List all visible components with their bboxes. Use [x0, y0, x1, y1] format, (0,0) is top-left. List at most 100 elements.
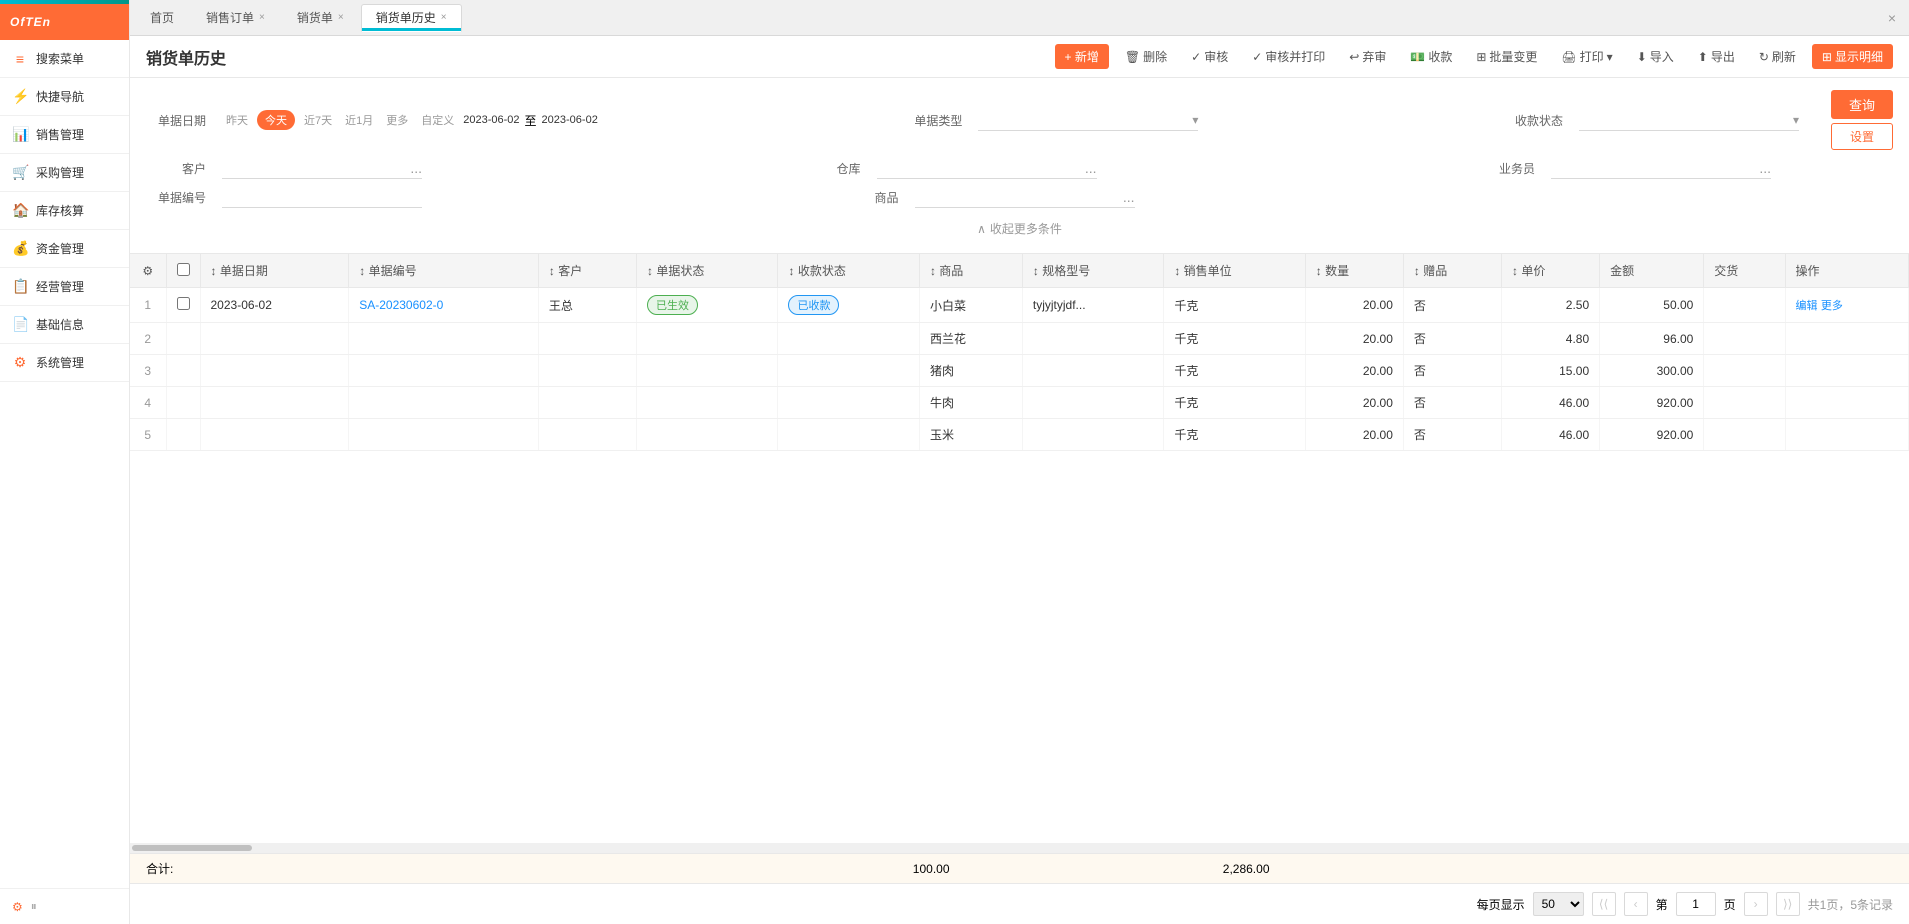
sidebar-item-purchase-mgmt[interactable]: 🛒 采购管理: [0, 154, 129, 192]
pagination-first-btn[interactable]: ⟨⟨: [1592, 892, 1616, 916]
sidebar-item-label: 采购管理: [36, 164, 84, 181]
cell-checkbox[interactable]: [166, 355, 200, 387]
cell-unit-price: 46.00: [1502, 419, 1600, 451]
doc-type-select[interactable]: [978, 110, 1192, 130]
sidebar-item-search-menu[interactable]: ≡ 搜索菜单: [0, 40, 129, 78]
basic-info-icon: 📄: [12, 316, 28, 333]
warehouse-ellipsis-btn[interactable]: ...: [1085, 160, 1097, 176]
payment-status-select[interactable]: [1579, 110, 1793, 130]
table-scroll-bar[interactable]: [130, 843, 1909, 853]
sidebar-item-inventory[interactable]: 🏠 库存核算: [0, 192, 129, 230]
batch-change-button[interactable]: ⊞ 批量变更: [1468, 44, 1545, 69]
show-details-button[interactable]: ⊞ 显示明细: [1812, 44, 1893, 69]
cell-goods: 牛肉: [919, 387, 1022, 419]
date-shortcut-1month[interactable]: 近1月: [341, 110, 377, 130]
tab-sales-delivery-close[interactable]: ×: [338, 12, 344, 23]
sidebar-item-system-mgmt[interactable]: ⚙ 系统管理: [0, 344, 129, 382]
col-pay-status-label: 收款状态: [798, 264, 846, 278]
sidebar-footer-icon2[interactable]: ⏸: [31, 899, 37, 914]
customer-input[interactable]: [222, 158, 410, 178]
sidebar-item-label: 快捷导航: [36, 88, 84, 105]
col-settings[interactable]: ⚙: [130, 254, 166, 288]
tab-sales-order-close[interactable]: ×: [259, 12, 265, 23]
ops-more-btn[interactable]: 更多: [1821, 300, 1843, 312]
customer-ellipsis-btn[interactable]: ...: [410, 160, 422, 176]
doc-no-link[interactable]: SA-20230602-0: [359, 298, 443, 312]
cell-checkbox[interactable]: [166, 419, 200, 451]
sidebar-item-finance[interactable]: 💰 资金管理: [0, 230, 129, 268]
select-all-checkbox[interactable]: [177, 263, 190, 276]
date-shortcut-yesterday[interactable]: 昨天: [222, 110, 252, 130]
tab-sales-order[interactable]: 销售订单 ×: [191, 4, 280, 32]
sidebar: OfTEn ≡ 搜索菜单 ⚡ 快捷导航 📊 销售管理 🛒 采购管理 🏠 库存核算…: [0, 0, 130, 924]
docno-input[interactable]: [222, 187, 422, 208]
date-shortcut-today[interactable]: 今天: [257, 110, 295, 130]
audit-print-icon: ✓: [1252, 50, 1262, 64]
collect-icon: 💵: [1410, 50, 1425, 64]
print-dropdown-icon: ▾: [1607, 50, 1613, 64]
tab-sales-order-label: 销售订单: [206, 9, 254, 26]
cell-ops: [1785, 419, 1908, 451]
sidebar-item-quick-nav[interactable]: ⚡ 快捷导航: [0, 78, 129, 116]
goods-ellipsis-btn[interactable]: ...: [1123, 189, 1135, 205]
cell-amount: 96.00: [1600, 323, 1704, 355]
abandon-button[interactable]: ↩ 弃审: [1341, 44, 1394, 69]
query-button[interactable]: 查询: [1831, 90, 1893, 119]
warehouse-input[interactable]: [877, 158, 1085, 178]
staff-input[interactable]: [1551, 158, 1759, 178]
col-checkbox[interactable]: [166, 254, 200, 288]
new-button[interactable]: + 新增: [1055, 44, 1109, 69]
date-shortcut-custom[interactable]: 自定义: [417, 110, 458, 130]
goods-input[interactable]: [915, 187, 1123, 207]
sidebar-item-basic-info[interactable]: 📄 基础信息: [0, 306, 129, 344]
collect-button[interactable]: 💵 收款: [1402, 44, 1460, 69]
sidebar-item-operations[interactable]: 📋 经营管理: [0, 268, 129, 306]
scroll-thumb[interactable]: [132, 845, 252, 851]
audit-print-button[interactable]: ✓ 审核并打印: [1244, 44, 1333, 69]
collapse-button[interactable]: ∧ 收起更多条件: [146, 216, 1893, 241]
date-shortcut-more[interactable]: 更多: [382, 110, 412, 130]
cell-doc-status: [637, 387, 778, 419]
date-shortcut-7days[interactable]: 近7天: [300, 110, 336, 130]
tab-close-all[interactable]: ×: [1880, 10, 1904, 26]
staff-ellipsis-btn[interactable]: ...: [1759, 160, 1771, 176]
tab-sales-delivery-label: 销货单: [297, 9, 333, 26]
delete-button[interactable]: 🗑 删除: [1117, 44, 1175, 69]
settings-button[interactable]: 设置: [1831, 123, 1893, 150]
tab-sales-delivery[interactable]: 销货单 ×: [282, 4, 359, 32]
tab-sales-history[interactable]: 销货单历史 ×: [361, 4, 462, 32]
cell-checkbox[interactable]: [166, 323, 200, 355]
ops-edit-btn[interactable]: 编辑: [1796, 300, 1818, 312]
cell-checkbox[interactable]: [166, 387, 200, 419]
per-page-select[interactable]: 20 50 100: [1533, 892, 1584, 916]
print-button[interactable]: 🖨 打印 ▾: [1553, 44, 1620, 69]
payment-status-dropdown-icon[interactable]: ▾: [1793, 113, 1799, 127]
audit-button[interactable]: ✓ 审核: [1183, 44, 1236, 69]
doc-type-dropdown-icon[interactable]: ▾: [1192, 113, 1198, 127]
pagination-last-btn[interactable]: ⟩⟩: [1776, 892, 1800, 916]
print-icon: 🖨: [1561, 50, 1576, 64]
tab-sales-history-close[interactable]: ×: [441, 12, 447, 23]
cell-qty: 20.00: [1305, 419, 1403, 451]
row-checkbox[interactable]: [177, 297, 190, 310]
per-page-label: 每页显示: [1477, 896, 1525, 913]
abandon-label: 弃审: [1362, 48, 1386, 65]
page-input[interactable]: [1676, 892, 1716, 916]
cell-transaction: [1704, 288, 1785, 323]
filter-area: 单据日期 昨天 今天 近7天 近1月 更多 自定义 2023-06-02 至 2…: [130, 78, 1909, 254]
show-details-icon: ⊞: [1822, 50, 1832, 64]
main-content: 首页 销售订单 × 销货单 × 销货单历史 × × 销货单历史 + 新增 🗑 删…: [130, 0, 1909, 924]
pagination-prev-btn[interactable]: ‹: [1624, 892, 1648, 916]
sidebar-footer-icon1[interactable]: ⚙: [12, 900, 23, 914]
import-button[interactable]: ⬇ 导入: [1629, 44, 1682, 69]
sidebar-item-sales-mgmt[interactable]: 📊 销售管理: [0, 116, 129, 154]
export-button[interactable]: ⬆ 导出: [1690, 44, 1743, 69]
col-qty-label: 数量: [1325, 264, 1349, 278]
cell-rownum: 1: [130, 288, 166, 323]
cell-pay-status: [778, 387, 919, 419]
refresh-button[interactable]: ↻ 刷新: [1751, 44, 1804, 69]
tab-home[interactable]: 首页: [135, 4, 189, 32]
cell-checkbox[interactable]: [166, 288, 200, 323]
col-unit-price: ↕ 单价: [1502, 254, 1600, 288]
pagination-next-btn[interactable]: ›: [1744, 892, 1768, 916]
